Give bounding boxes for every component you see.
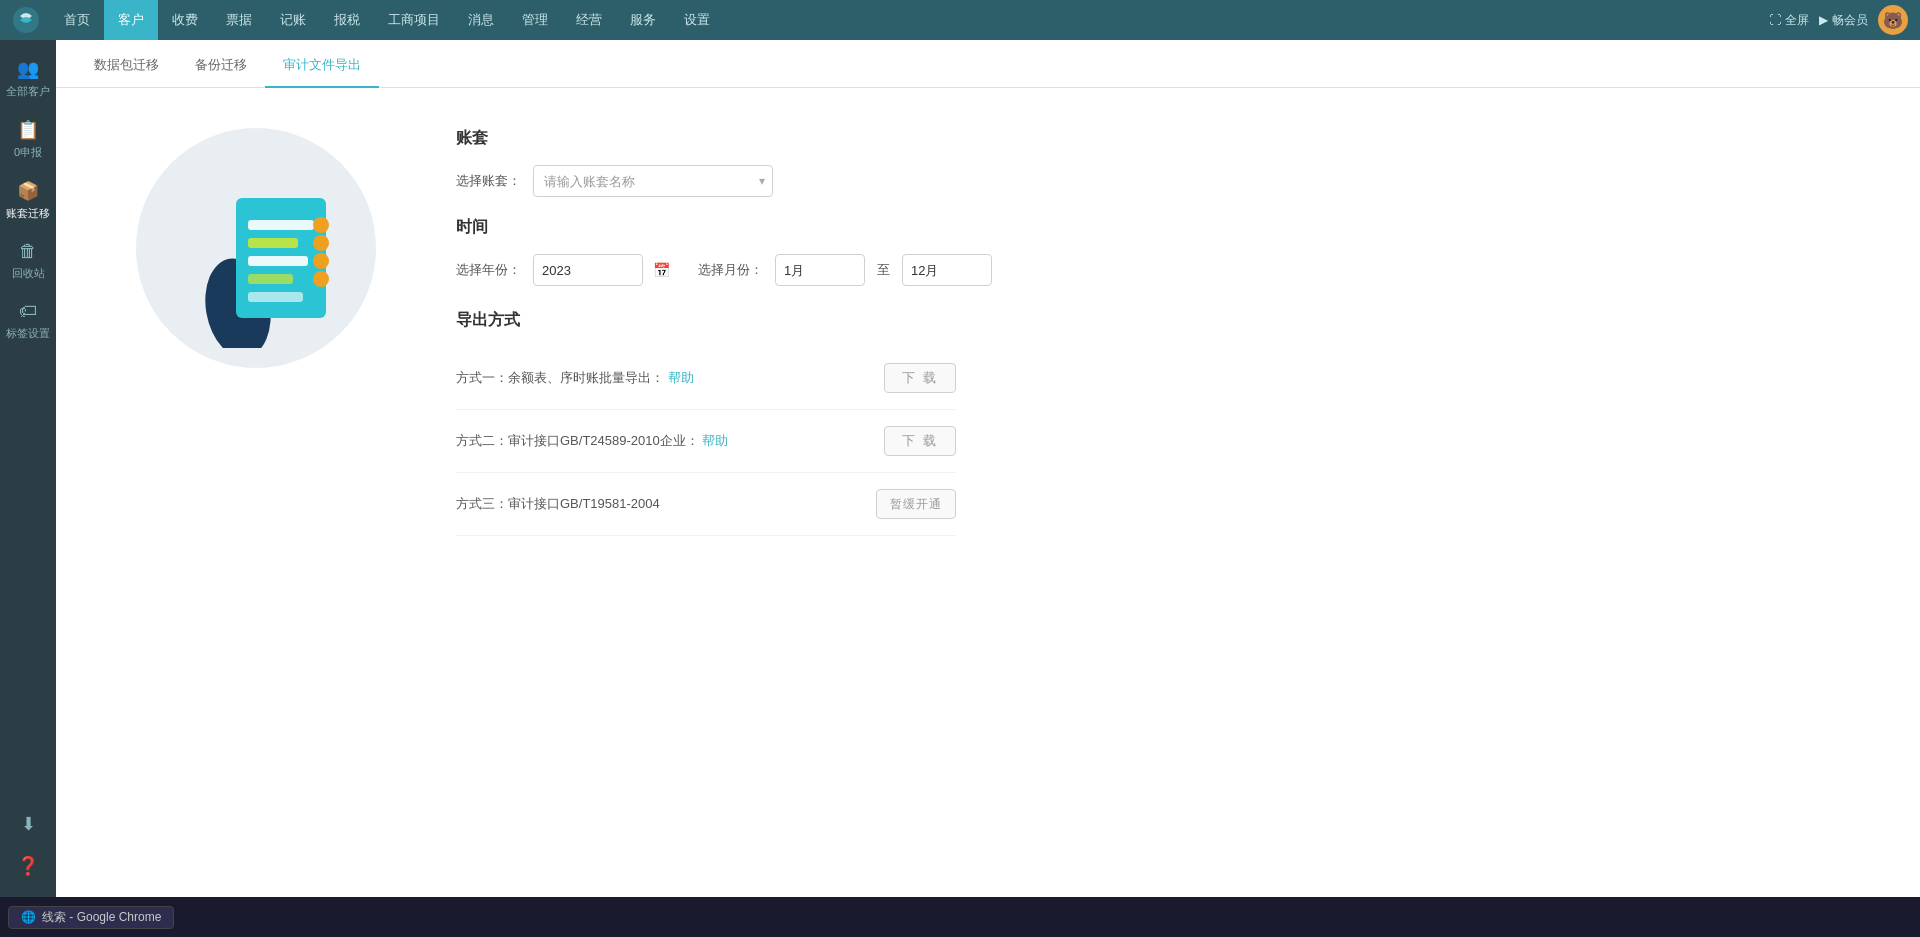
svg-point-8	[313, 217, 329, 233]
nav-tax[interactable]: 报税	[320, 0, 374, 40]
month-end-wrapper: 1月2月3月4月 5月6月7月8月 9月10月11月12月	[902, 254, 992, 286]
export-section-title: 导出方式	[456, 310, 1860, 331]
nav-settings[interactable]: 设置	[670, 0, 724, 40]
export-method-2-row: 方式二：审计接口GB/T24589-2010企业： 帮助 下 载	[456, 410, 956, 473]
method2-download-btn[interactable]: 下 载	[884, 426, 956, 456]
svg-rect-7	[248, 292, 303, 302]
method3-text: 方式三：审计接口GB/T19581-2004	[456, 495, 660, 513]
year-input-group: 📅	[533, 254, 670, 286]
sidebar-item-account-migrate[interactable]: 📦 账套迁移	[0, 170, 56, 231]
tab-data-migrate[interactable]: 数据包迁移	[76, 56, 177, 88]
sub-tabs: 数据包迁移 备份迁移 审计文件导出	[56, 40, 1920, 88]
svg-point-11	[313, 271, 329, 287]
top-nav: 首页 客户 收费 票据 记账 报税 工商项目 消息 管理 经营 服务 设置 ⛶ …	[0, 0, 1920, 40]
svg-rect-6	[248, 274, 293, 284]
year-label: 选择年份：	[456, 261, 521, 279]
nav-items: 首页 客户 收费 票据 记账 报税 工商项目 消息 管理 经营 服务 设置	[50, 0, 724, 40]
tab-audit-export[interactable]: 审计文件导出	[265, 56, 379, 88]
method2-help-link[interactable]: 帮助	[702, 433, 728, 448]
method1-help-link[interactable]: 帮助	[668, 370, 694, 385]
declare-icon: 📋	[17, 119, 39, 141]
month-end-select[interactable]: 1月2月3月4月 5月6月7月8月 9月10月11月12月	[902, 254, 992, 286]
account-form-row: 选择账套： 请输入账套名称 ▾	[456, 165, 1860, 197]
form-area: 账套 选择账套： 请输入账套名称 ▾ 时间 选择年份：	[396, 128, 1860, 536]
taskbar-chrome-item[interactable]: 🌐 线索 - Google Chrome	[8, 906, 174, 929]
method3-open-btn[interactable]: 暂缓开通	[876, 489, 956, 519]
migrate-icon: 📦	[17, 180, 39, 202]
nav-messages[interactable]: 消息	[454, 0, 508, 40]
nav-bookkeeping[interactable]: 记账	[266, 0, 320, 40]
year-input[interactable]	[533, 254, 643, 286]
avatar[interactable]: 🐻	[1878, 5, 1908, 35]
customers-icon: 👥	[17, 58, 39, 80]
month-start-wrapper: 1月2月3月4月 5月6月7月8月 9月10月11月12月	[775, 254, 865, 286]
content-area: 数据包迁移 备份迁移 审计文件导出	[56, 40, 1920, 897]
nav-commerce[interactable]: 工商项目	[374, 0, 454, 40]
page-body: 账套 选择账套： 请输入账套名称 ▾ 时间 选择年份：	[56, 88, 1920, 897]
time-section: 时间 选择年份： 📅 选择月份： 1月2月3月4月 5月6月7月8月	[456, 217, 1860, 286]
nav-manage[interactable]: 管理	[508, 0, 562, 40]
account-select-wrapper: 请输入账套名称 ▾	[533, 165, 773, 197]
illustration-area	[116, 128, 396, 368]
sidebar-item-tag-settings[interactable]: 🏷 标签设置	[0, 291, 56, 351]
taskbar: 🌐 线索 - Google Chrome	[0, 897, 1920, 937]
top-nav-right: ⛶ 全屏 ▶ 畅会员 🐻	[1769, 0, 1908, 40]
sidebar-item-help[interactable]: ❓	[0, 845, 56, 887]
nav-service[interactable]: 服务	[616, 0, 670, 40]
export-method-3-row: 方式三：审计接口GB/T19581-2004 暂缓开通	[456, 473, 956, 536]
method1-download-btn[interactable]: 下 载	[884, 363, 956, 393]
fullscreen-icon: ⛶	[1769, 13, 1781, 27]
nav-business[interactable]: 经营	[562, 0, 616, 40]
tab-backup-migrate[interactable]: 备份迁移	[177, 56, 265, 88]
account-select[interactable]: 请输入账套名称	[533, 165, 773, 197]
app-logo	[8, 2, 44, 38]
export-section: 导出方式 方式一：余额表、序时账批量导出： 帮助 下 载 方式二：审计接口GB/…	[456, 310, 1860, 536]
month-label: 选择月份：	[698, 261, 763, 279]
svg-point-10	[313, 253, 329, 269]
svg-rect-4	[248, 238, 298, 248]
calendar-icon[interactable]: 📅	[653, 262, 670, 278]
tag-icon: 🏷	[19, 301, 37, 322]
time-section-title: 时间	[456, 217, 1860, 238]
help-icon: ❓	[17, 855, 39, 877]
sidebar-bottom: ⬇ ❓	[0, 803, 56, 897]
time-form-row: 选择年份： 📅 选择月份： 1月2月3月4月 5月6月7月8月 9月10月11月…	[456, 254, 1860, 286]
download-icon: ⬇	[21, 813, 36, 835]
sidebar-item-download[interactable]: ⬇	[0, 803, 56, 845]
member-btn[interactable]: ▶ 畅会员	[1819, 12, 1868, 29]
account-label: 选择账套：	[456, 172, 521, 190]
recycle-icon: 🗑	[19, 241, 37, 262]
sidebar-item-recycle[interactable]: 🗑 回收站	[0, 231, 56, 291]
method1-text: 方式一：余额表、序时账批量导出： 帮助	[456, 369, 694, 387]
svg-rect-3	[248, 220, 314, 230]
nav-customer[interactable]: 客户	[104, 0, 158, 40]
nav-bills[interactable]: 票据	[212, 0, 266, 40]
illustration-circle	[136, 128, 376, 368]
nav-fees[interactable]: 收费	[158, 0, 212, 40]
account-section-title: 账套	[456, 128, 1860, 149]
sidebar: 👥 全部客户 📋 0申报 📦 账套迁移 🗑 回收站 🏷 标签设置 ⬇ ❓	[0, 40, 56, 897]
fullscreen-btn[interactable]: ⛶ 全屏	[1769, 12, 1809, 29]
export-method-1-row: 方式一：余额表、序时账批量导出： 帮助 下 载	[456, 347, 956, 410]
method2-text: 方式二：审计接口GB/T24589-2010企业： 帮助	[456, 432, 728, 450]
sidebar-item-all-customers[interactable]: 👥 全部客户	[0, 48, 56, 109]
member-icon: ▶	[1819, 13, 1828, 27]
to-label: 至	[877, 261, 890, 279]
main-layout: 👥 全部客户 📋 0申报 📦 账套迁移 🗑 回收站 🏷 标签设置 ⬇ ❓	[0, 40, 1920, 897]
illustration-svg	[166, 148, 346, 348]
nav-home[interactable]: 首页	[50, 0, 104, 40]
svg-rect-5	[248, 256, 308, 266]
svg-point-9	[313, 235, 329, 251]
month-start-select[interactable]: 1月2月3月4月 5月6月7月8月 9月10月11月12月	[775, 254, 865, 286]
sidebar-item-zero-declare[interactable]: 📋 0申报	[0, 109, 56, 170]
chrome-icon: 🌐	[21, 910, 36, 924]
